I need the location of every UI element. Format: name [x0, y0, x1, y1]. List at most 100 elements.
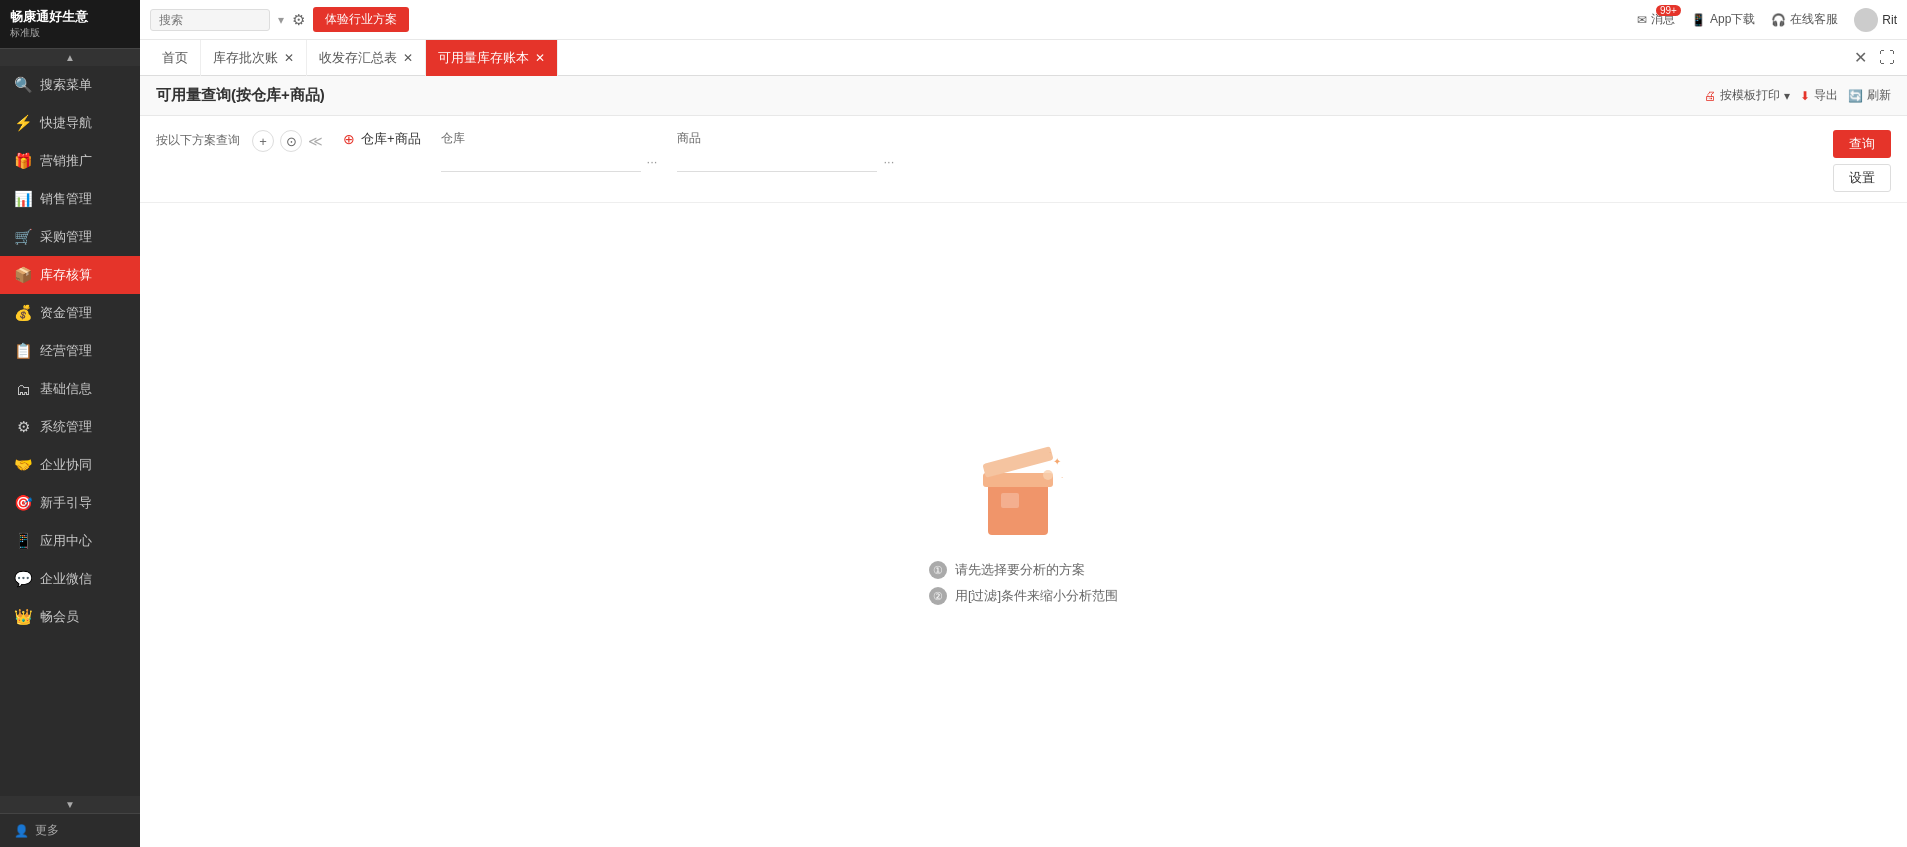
warehouse-more-btn[interactable]: ··· [647, 154, 658, 169]
mail-icon: ✉ [1637, 13, 1647, 27]
phone-icon: 📱 [14, 532, 32, 550]
refresh-btn[interactable]: 🔄 刷新 [1848, 87, 1891, 104]
settings-button[interactable]: 设置 [1833, 164, 1891, 192]
product-input-row: ··· [677, 151, 894, 172]
crown-icon: 👑 [14, 608, 32, 626]
sidebar-item-label: 新手引导 [40, 494, 92, 512]
sidebar-items: 🔍 搜索菜单 ⚡ 快捷导航 🎁 营销推广 📊 销售管理 🛒 采购管理 📦 库存核… [0, 66, 140, 796]
lightning-icon: ⚡ [14, 114, 32, 132]
tab-batch-ledger-close[interactable]: ✕ [284, 51, 294, 65]
sidebar-item-label: 经营管理 [40, 342, 92, 360]
page-header: 可用量查询(按仓库+商品) 🖨 按模板打印 ▾ ⬇ 导出 🔄 刷新 [140, 76, 1907, 116]
refresh-label: 刷新 [1867, 87, 1891, 104]
sidebar-bottom[interactable]: 👤 更多 [0, 813, 140, 847]
topbar: ▾ ⚙ 体验行业方案 ✉ 消息 99+ 📱 App下载 🎧 在线客服 Rit [140, 0, 1907, 40]
query-button[interactable]: 查询 [1833, 130, 1891, 158]
scheme-item-warehouse-product[interactable]: ⊕ 仓库+商品 [335, 126, 429, 152]
sidebar-item-purchase[interactable]: 🛒 采购管理 [0, 218, 140, 256]
page-header-actions: 🖨 按模板打印 ▾ ⬇ 导出 🔄 刷新 [1704, 87, 1891, 104]
cart-icon: 🛒 [14, 228, 32, 246]
gift-icon: 🎁 [14, 152, 32, 170]
avatar [1854, 8, 1878, 32]
sidebar-logo: 畅康通好生意 标准版 [0, 0, 140, 49]
search-fields: 仓库 ··· 商品 ··· [441, 126, 1821, 172]
app-icon: 📱 [1691, 13, 1706, 27]
sidebar-item-operations[interactable]: 📋 经营管理 [0, 332, 140, 370]
sidebar-item-enterprise-wechat[interactable]: 💬 企业微信 [0, 560, 140, 598]
svg-rect-3 [1001, 493, 1019, 508]
money-icon: 💰 [14, 304, 32, 322]
dropdown-icon[interactable]: ▾ [278, 13, 284, 27]
export-btn[interactable]: ⬇ 导出 [1800, 87, 1838, 104]
sidebar-bottom-label: 更多 [35, 822, 59, 839]
sidebar-item-members[interactable]: 👑 畅会员 [0, 598, 140, 636]
filter-area: 按以下方案查询 + ⊙ ≪ ⊕ 仓库+商品 仓库 ··· 商品 [140, 116, 1907, 203]
close-all-button[interactable]: ✕ [1850, 44, 1871, 71]
sidebar-item-search[interactable]: 🔍 搜索菜单 [0, 66, 140, 104]
online-service-btn[interactable]: 🎧 在线客服 [1771, 11, 1838, 28]
sidebar-item-sales[interactable]: 📊 销售管理 [0, 180, 140, 218]
sidebar-item-system[interactable]: ⚙ 系统管理 [0, 408, 140, 446]
sidebar-item-label: 采购管理 [40, 228, 92, 246]
sidebar-item-label: 库存核算 [40, 266, 92, 284]
tab-batch-ledger[interactable]: 库存批次账 ✕ [201, 40, 307, 76]
clipboard-icon: 📋 [14, 342, 32, 360]
app-download-label: App下载 [1710, 11, 1755, 28]
scheme-icon: ⊕ [343, 131, 355, 147]
tab-available-ledger-close[interactable]: ✕ [535, 51, 545, 65]
sidebar-item-shortcut[interactable]: ⚡ 快捷导航 [0, 104, 140, 142]
instruction-text-1: 请先选择要分析的方案 [955, 561, 1085, 579]
sidebar-item-basic[interactable]: 🗂 基础信息 [0, 370, 140, 408]
product-input[interactable] [677, 151, 877, 172]
filter-add-btn[interactable]: + [252, 130, 274, 152]
fullscreen-button[interactable]: ⛶ [1875, 45, 1899, 71]
sidebar-item-label: 搜索菜单 [40, 76, 92, 94]
sidebar-item-newbie[interactable]: 🎯 新手引导 [0, 484, 140, 522]
username: Rit [1882, 13, 1897, 27]
box-icon: 📦 [14, 266, 32, 284]
sidebar-scroll-up[interactable]: ▲ [0, 49, 140, 66]
tab-collection-summary[interactable]: 收发存汇总表 ✕ [307, 40, 426, 76]
warehouse-input[interactable] [441, 151, 641, 172]
print-btn[interactable]: 🖨 按模板打印 ▾ [1704, 87, 1790, 104]
sidebar-item-inventory[interactable]: 📦 库存核算 [0, 256, 140, 294]
handshake-icon: 🤝 [14, 456, 32, 474]
sidebar-item-app-center[interactable]: 📱 应用中心 [0, 522, 140, 560]
notification-badge: 99+ [1656, 5, 1681, 16]
gear-icon: ⚙ [14, 418, 32, 436]
user-avatar-area[interactable]: Rit [1854, 8, 1897, 32]
sidebar-item-marketing[interactable]: 🎁 营销推广 [0, 142, 140, 180]
headset-icon: 🎧 [1771, 13, 1786, 27]
tab-available-ledger[interactable]: 可用量库存账本 ✕ [426, 40, 558, 76]
instruction-text-2: 用[过滤]条件来缩小分析范围 [955, 587, 1118, 605]
topbar-gear-icon[interactable]: ⚙ [292, 11, 305, 29]
sidebar-item-label: 企业协同 [40, 456, 92, 474]
search-input[interactable] [150, 9, 270, 31]
sidebar-item-finance[interactable]: 💰 资金管理 [0, 294, 140, 332]
instruction-num-1: ① [929, 561, 947, 579]
empty-instructions: ① 请先选择要分析的方案 ② 用[过滤]条件来缩小分析范围 [929, 561, 1118, 605]
online-service-label: 在线客服 [1790, 11, 1838, 28]
filter-setting-btn[interactable]: ⊙ [280, 130, 302, 152]
target-icon: 🎯 [14, 494, 32, 512]
empty-box-svg: ✦ · · [973, 445, 1073, 545]
svg-text:·: · [1049, 448, 1051, 457]
product-more-btn[interactable]: ··· [883, 154, 894, 169]
tab-home-label: 首页 [162, 49, 188, 67]
refresh-icon: 🔄 [1848, 89, 1863, 103]
sidebar-item-enterprise-coop[interactable]: 🤝 企业协同 [0, 446, 140, 484]
instruction-item-2: ② 用[过滤]条件来缩小分析范围 [929, 587, 1118, 605]
folder-icon: 🗂 [14, 381, 32, 398]
tab-actions: ✕ ⛶ [1850, 44, 1907, 71]
notification-btn[interactable]: ✉ 消息 99+ [1637, 11, 1675, 28]
brand-edition: 标准版 [10, 26, 130, 40]
industry-btn[interactable]: 体验行业方案 [313, 7, 409, 32]
filter-collapse-btn[interactable]: ≪ [308, 133, 323, 149]
app-download-btn[interactable]: 📱 App下载 [1691, 11, 1755, 28]
sidebar-scroll-down[interactable]: ▼ [0, 796, 140, 813]
sidebar-bottom-icon: 👤 [14, 824, 29, 838]
empty-illustration: ✦ · · [973, 445, 1073, 545]
tab-home[interactable]: 首页 [150, 40, 201, 76]
svg-text:✦: ✦ [1053, 456, 1061, 467]
tab-collection-summary-close[interactable]: ✕ [403, 51, 413, 65]
